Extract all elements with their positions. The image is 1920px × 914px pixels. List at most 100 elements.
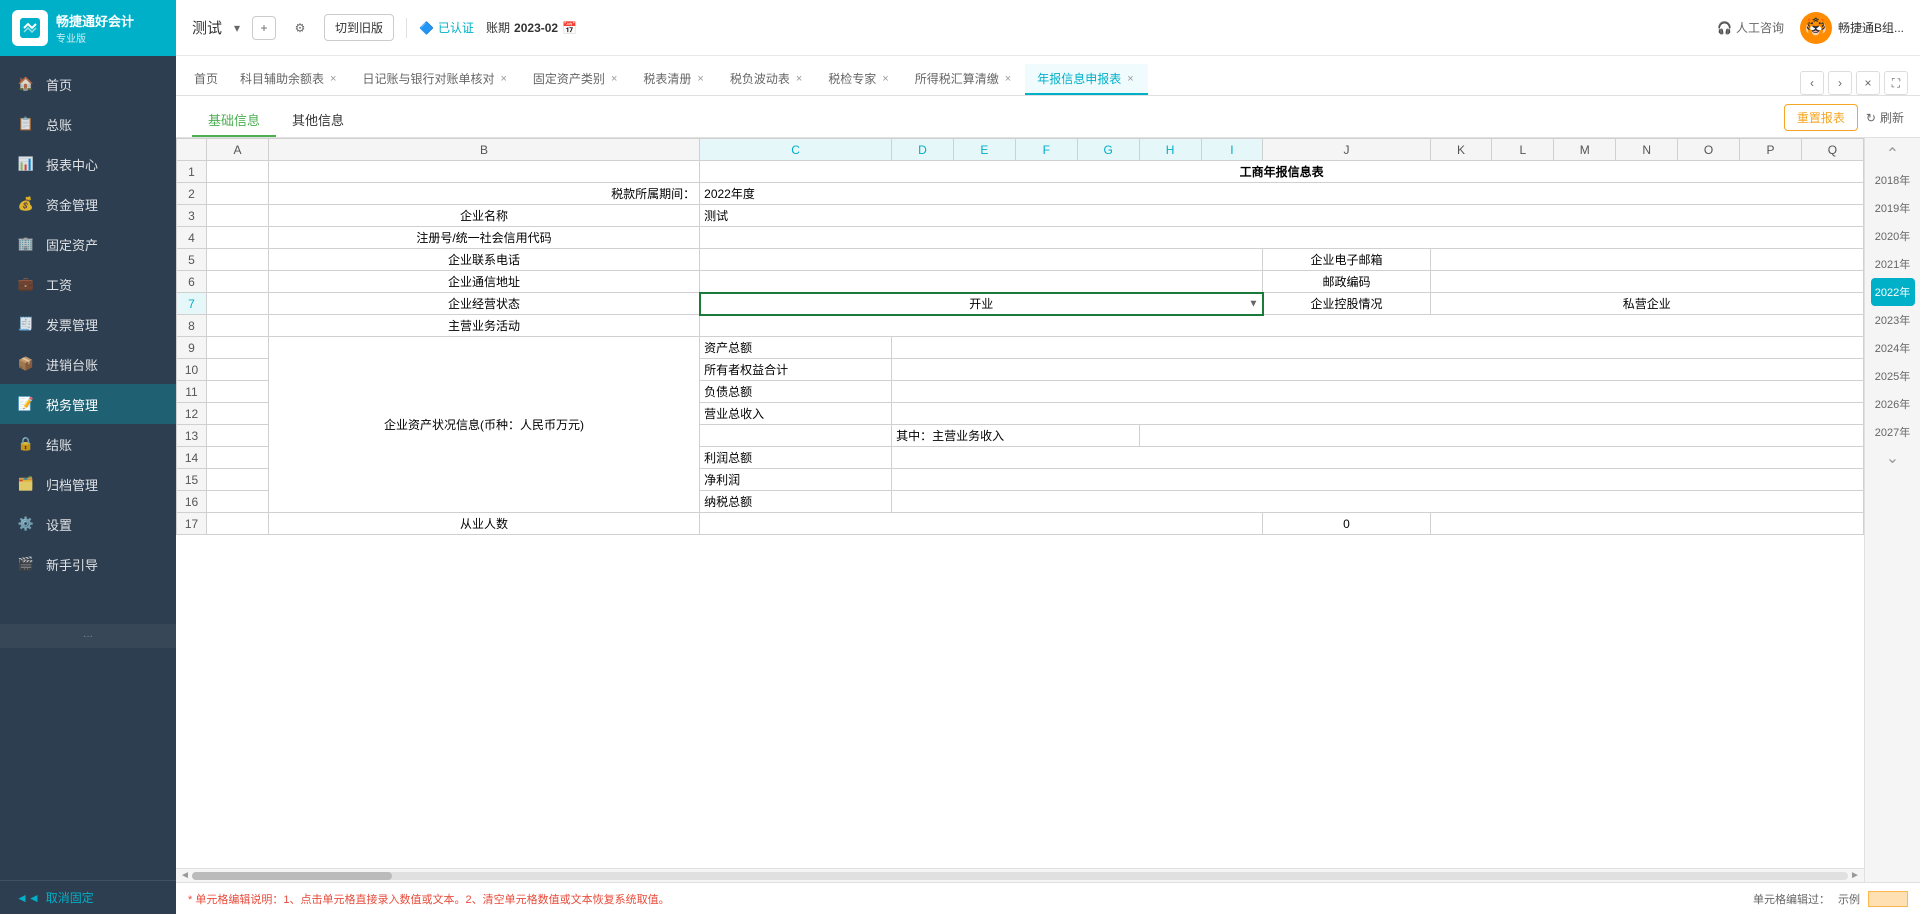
tab-tax-expert[interactable]: 税检专家 × [816,64,902,95]
cell-13a[interactable] [207,425,269,447]
tab-maximize-btn[interactable]: ⛶ [1884,71,1908,95]
service-btn[interactable]: 🎧 人工咨询 [1717,19,1784,36]
col-header-i[interactable]: I [1201,139,1263,161]
year-2020[interactable]: 2020年 [1871,222,1915,250]
scroll-left-btn[interactable]: ◄ [178,870,192,881]
col-header-d[interactable]: D [892,139,954,161]
year-2027[interactable]: 2027年 [1871,418,1915,446]
cell-11d[interactable] [892,381,1864,403]
tab-next-btn[interactable]: › [1828,71,1852,95]
col-header-b[interactable]: B [268,139,699,161]
col-header-p[interactable]: P [1740,139,1802,161]
tab-income-tax[interactable]: 所得税汇算清缴 × [903,64,1025,95]
sidebar-item-home[interactable]: 🏠 首页 [0,64,176,104]
tab-journal-bank[interactable]: 日记账与银行对账单核对 × [350,64,520,95]
col-header-g[interactable]: G [1077,139,1139,161]
cell-11a[interactable] [207,381,269,403]
tab-close-all-btn[interactable]: × [1856,71,1880,95]
topbar-dropdown-icon[interactable]: ▾ [234,21,240,35]
cell-3a[interactable] [207,205,269,227]
sidebar-item-inout[interactable]: 📦 进销台账 [0,344,176,384]
reset-btn[interactable]: 重置报表 [1784,104,1858,131]
scroll-right-btn[interactable]: ► [1848,870,1862,881]
year-2025[interactable]: 2025年 [1871,362,1915,390]
tab-close-fixed-assets-cat[interactable]: × [609,72,619,86]
year-scroll-up-btn[interactable]: ⌃ [1877,142,1909,166]
cell-9a[interactable] [207,337,269,359]
tab-tax-fluctuation[interactable]: 税负波动表 × [718,64,816,95]
tab-close-journal-bank[interactable]: × [498,72,508,86]
h-scroll-track[interactable] [192,872,1848,880]
cell-4a[interactable] [207,227,269,249]
year-2024[interactable]: 2024年 [1871,334,1915,362]
col-header-q[interactable]: Q [1801,139,1863,161]
sidebar-item-invoice[interactable]: 🧾 发票管理 [0,304,176,344]
sidebar-item-tax[interactable]: 📝 税务管理 [0,384,176,424]
col-header-l[interactable]: L [1492,139,1554,161]
topbar-add-btn[interactable]: + [252,16,276,40]
tab-close-aux-balance[interactable]: × [328,72,338,86]
year-scroll-down-btn[interactable]: ⌄ [1877,446,1909,470]
cell-17a[interactable] [207,513,269,535]
refresh-btn[interactable]: ↻ 刷新 [1866,109,1904,126]
year-2021[interactable]: 2021年 [1871,250,1915,278]
sidebar-item-assets[interactable]: 🏢 固定资产 [0,224,176,264]
cell-17c[interactable] [700,513,1263,535]
cell-17k[interactable] [1430,513,1863,535]
cell-17j[interactable]: 0 [1263,513,1430,535]
cell-6a[interactable] [207,271,269,293]
cell-4c[interactable] [700,227,1864,249]
cell-2c[interactable]: 2022年度 [700,183,1864,205]
tab-fixed-assets-cat[interactable]: 固定资产类别 × [521,64,631,95]
h-scrollbar[interactable]: ◄ ► [176,868,1864,882]
tab-annual-report[interactable]: 年报信息申报表 × [1025,64,1147,95]
tab-close-tax-fluctuation[interactable]: × [794,72,804,86]
col-header-f[interactable]: F [1015,139,1077,161]
cell-12d[interactable] [892,403,1864,425]
subtab-other[interactable]: 其他信息 [276,104,360,137]
sidebar-item-archive[interactable]: 🗂️ 归档管理 [0,464,176,504]
year-2018[interactable]: 2018年 [1871,166,1915,194]
cell-13h[interactable] [1139,425,1863,447]
col-header-a[interactable]: A [207,139,269,161]
year-2022[interactable]: 2022年 [1871,278,1915,306]
cell-12a[interactable] [207,403,269,425]
col-header-c[interactable]: C [700,139,892,161]
cell-14d[interactable] [892,447,1864,469]
sidebar-item-guide[interactable]: 🎬 新手引导 [0,544,176,584]
user-menu[interactable]: 🐯 畅捷通B组... [1800,12,1904,44]
tab-close-income-tax[interactable]: × [1003,72,1013,86]
sidebar-item-funds[interactable]: 💰 资金管理 [0,184,176,224]
calendar-icon[interactable]: 📅 [562,21,577,35]
cell-7k[interactable]: 私营企业 [1430,293,1863,315]
tab-tax-form[interactable]: 税表清册 × [631,64,717,95]
year-2026[interactable]: 2026年 [1871,390,1915,418]
cell-1-title[interactable]: 工商年报信息表 [700,161,1864,183]
cell-7-dropdown[interactable]: 开业 ▼ [700,293,1263,315]
cell-9d[interactable] [892,337,1864,359]
sidebar-collapse-btn[interactable]: ◄◄ 取消固定 [0,880,176,914]
cell-5a[interactable] [207,249,269,271]
spreadsheet-container[interactable]: A B C D E F G H I J [176,138,1864,868]
col-header-n[interactable]: N [1616,139,1678,161]
col-header-o[interactable]: O [1678,139,1740,161]
cell-5k[interactable] [1430,249,1863,271]
cell-15d[interactable] [892,469,1864,491]
tab-home[interactable]: 首页 [184,64,228,95]
cell-14a[interactable] [207,447,269,469]
tab-close-tax-form[interactable]: × [695,72,705,86]
h-scroll-thumb[interactable] [192,872,392,880]
cell-10a[interactable] [207,359,269,381]
cell-5c[interactable] [700,249,1263,271]
sidebar-item-settings[interactable]: ⚙️ 设置 [0,504,176,544]
sidebar-item-closing[interactable]: 🔒 结账 [0,424,176,464]
subtab-basic[interactable]: 基础信息 [192,104,276,137]
tab-close-tax-expert[interactable]: × [880,72,890,86]
cell-8a[interactable] [207,315,269,337]
cell-15a[interactable] [207,469,269,491]
year-2023[interactable]: 2023年 [1871,306,1915,334]
tab-close-annual-report[interactable]: × [1125,72,1135,86]
sidebar-item-reports[interactable]: 📊 报表中心 [0,144,176,184]
col-header-m[interactable]: M [1554,139,1616,161]
topbar-settings-btn[interactable]: ⚙ [288,16,312,40]
